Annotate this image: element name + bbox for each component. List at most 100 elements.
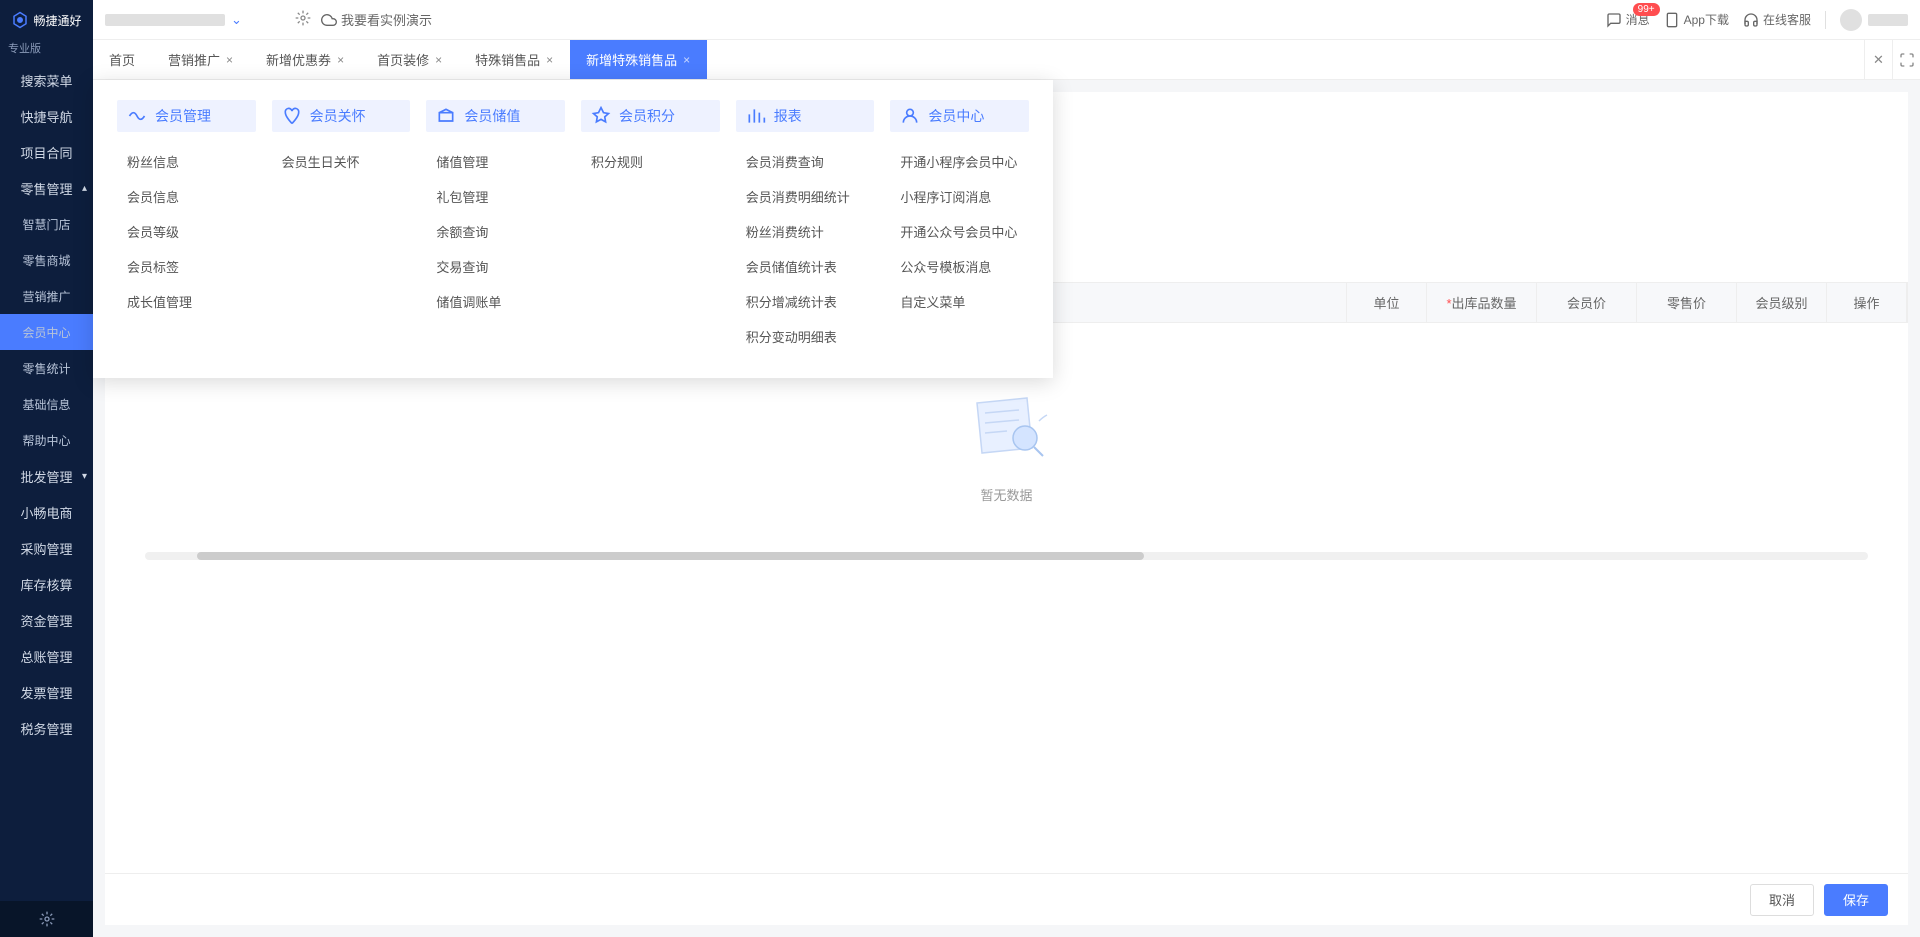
expand-icon [1899, 52, 1915, 68]
mega-item-5-0[interactable]: 开通小程序会员中心 [890, 144, 1029, 179]
mega-item-0-0[interactable]: 粉丝信息 [117, 144, 256, 179]
mega-item-5-3[interactable]: 公众号模板消息 [890, 249, 1029, 284]
fullscreen-button[interactable] [1892, 40, 1920, 80]
mega-item-4-4[interactable]: 积分增减统计表 [736, 284, 875, 319]
mega-menu: 会员管理粉丝信息会员信息会员等级会员标签成长值管理会员关怀会员生日关怀会员储值储… [93, 80, 1053, 378]
sidebar-item-7[interactable]: 会员中心 [0, 314, 93, 350]
mega-item-5-1[interactable]: 小程序订阅消息 [890, 179, 1029, 214]
sidebar-item-2[interactable]: 项目合同 [0, 134, 93, 170]
sidebar-item-0[interactable]: 搜索菜单 [0, 62, 93, 98]
sidebar-item-6[interactable]: 营销推广 [0, 278, 93, 314]
brand-edition: 专业版 [0, 40, 93, 62]
mega-item-2-4[interactable]: 储值调账单 [426, 284, 565, 319]
app-download-button[interactable]: App下载 [1664, 11, 1729, 28]
mega-col-1: 会员关怀会员生日关怀 [264, 100, 419, 354]
tab-3[interactable]: 首页装修 × [361, 40, 459, 79]
tab-0[interactable]: 首页 [93, 40, 152, 79]
brand-name: 畅捷通好 [33, 12, 81, 29]
close-icon[interactable]: × [683, 53, 690, 67]
close-icon[interactable]: × [226, 53, 233, 67]
mega-item-0-2[interactable]: 会员等级 [117, 214, 256, 249]
sidebar-item-15[interactable]: 资金管理 [0, 602, 93, 638]
tab-4[interactable]: 特殊销售品 × [459, 40, 570, 79]
tab-label: 新增特殊销售品 [586, 50, 677, 69]
sidebar-item-17[interactable]: 发票管理 [0, 674, 93, 710]
cloud-icon [321, 12, 337, 28]
mega-col-3: 会员积分积分规则 [573, 100, 728, 354]
sidebar-item-16[interactable]: 总账管理 [0, 638, 93, 674]
mega-item-4-2[interactable]: 粉丝消费统计 [736, 214, 875, 249]
tab-label: 特殊销售品 [475, 50, 540, 69]
table-header-4: 会员级别 [1737, 283, 1827, 322]
tab-1[interactable]: 营销推广 × [152, 40, 250, 79]
mega-item-4-0[interactable]: 会员消费查询 [736, 144, 875, 179]
settings-icon[interactable] [295, 10, 311, 29]
online-service-button[interactable]: 在线客服 [1743, 11, 1811, 28]
mega-header-0: 会员管理 [117, 100, 256, 132]
message-icon [1606, 12, 1622, 28]
sidebar-item-3[interactable]: 零售管理▴ [0, 170, 93, 206]
message-button[interactable]: 消息 99+ [1606, 11, 1650, 28]
mega-item-0-4[interactable]: 成长值管理 [117, 284, 256, 319]
sidebar-menu: 搜索菜单快捷导航项目合同零售管理▴智慧门店零售商城营销推广会员中心零售统计基础信… [0, 62, 93, 901]
mega-item-2-1[interactable]: 礼包管理 [426, 179, 565, 214]
category-icon [746, 106, 766, 126]
empty-text: 暂无数据 [980, 485, 1032, 504]
sidebar-settings[interactable] [0, 901, 93, 937]
demo-link[interactable]: 我要看实例演示 [321, 10, 432, 29]
mega-item-1-0[interactable]: 会员生日关怀 [272, 144, 411, 179]
mega-item-2-0[interactable]: 储值管理 [426, 144, 565, 179]
divider [1825, 11, 1826, 29]
sidebar-item-13[interactable]: 采购管理 [0, 530, 93, 566]
mega-item-2-2[interactable]: 余额查询 [426, 214, 565, 249]
chevron-down-icon: ▾ [82, 471, 87, 482]
mega-col-2: 会员储值储值管理礼包管理余额查询交易查询储值调账单 [418, 100, 573, 354]
tab-5[interactable]: 新增特殊销售品 × [570, 40, 707, 79]
horizontal-scrollbar[interactable] [145, 552, 1868, 560]
mega-item-0-3[interactable]: 会员标签 [117, 249, 256, 284]
cancel-button[interactable]: 取消 [1750, 884, 1814, 916]
close-icon[interactable]: × [337, 53, 344, 67]
table-header-2: 会员价 [1537, 283, 1637, 322]
sidebar-item-9[interactable]: 基础信息 [0, 386, 93, 422]
sidebar-item-12[interactable]: 小畅电商 [0, 494, 93, 530]
tabs: 首页营销推广×新增优惠券×首页装修×特殊销售品×新增特殊销售品× [93, 40, 707, 79]
mega-item-5-2[interactable]: 开通公众号会员中心 [890, 214, 1029, 249]
close-icon[interactable]: × [546, 53, 553, 67]
logo-icon [11, 11, 29, 29]
mega-item-0-1[interactable]: 会员信息 [117, 179, 256, 214]
sidebar-item-11[interactable]: 批发管理▾ [0, 458, 93, 494]
org-selector[interactable]: ⌄ [105, 12, 285, 28]
close-icon[interactable]: × [435, 53, 442, 67]
mega-item-4-3[interactable]: 会员储值统计表 [736, 249, 875, 284]
table-header-0: 单位 [1347, 283, 1427, 322]
close-tab-button[interactable]: ✕ [1864, 40, 1892, 80]
save-button[interactable]: 保存 [1824, 884, 1888, 916]
mega-item-3-0[interactable]: 积分规则 [581, 144, 720, 179]
mega-item-2-3[interactable]: 交易查询 [426, 249, 565, 284]
user-menu[interactable] [1840, 9, 1908, 31]
tab-2[interactable]: 新增优惠券× [250, 40, 361, 79]
message-badge: 99+ [1633, 3, 1660, 16]
sidebar-item-5[interactable]: 零售商城 [0, 242, 93, 278]
scrollbar-thumb[interactable] [197, 552, 1145, 560]
tab-label: 首页装修 [377, 50, 429, 69]
mega-header-2: 会员储值 [426, 100, 565, 132]
sidebar-item-10[interactable]: 帮助中心 [0, 422, 93, 458]
table-header-1: *出库品数量 [1427, 283, 1537, 322]
chevron-down-icon: ⌄ [231, 12, 242, 28]
sidebar-item-18[interactable]: 税务管理 [0, 710, 93, 746]
mobile-icon [1664, 12, 1680, 28]
sidebar-item-14[interactable]: 库存核算 [0, 566, 93, 602]
sidebar-item-1[interactable]: 快捷导航 [0, 98, 93, 134]
tab-label: 营销推广 [168, 50, 220, 69]
sidebar-item-4[interactable]: 智慧门店 [0, 206, 93, 242]
mega-item-4-5[interactable]: 积分变动明细表 [736, 319, 875, 354]
sidebar-item-8[interactable]: 零售统计 [0, 350, 93, 386]
mega-item-4-1[interactable]: 会员消费明细统计 [736, 179, 875, 214]
sidebar: 畅捷通好 专业版 搜索菜单快捷导航项目合同零售管理▴智慧门店零售商城营销推广会员… [0, 0, 93, 937]
topbar: ⌄ 我要看实例演示 消息 99+ App下载 [93, 0, 1920, 40]
mega-item-5-4[interactable]: 自定义菜单 [890, 284, 1029, 319]
gear-icon [39, 911, 55, 927]
mega-header-1: 会员关怀 [272, 100, 411, 132]
